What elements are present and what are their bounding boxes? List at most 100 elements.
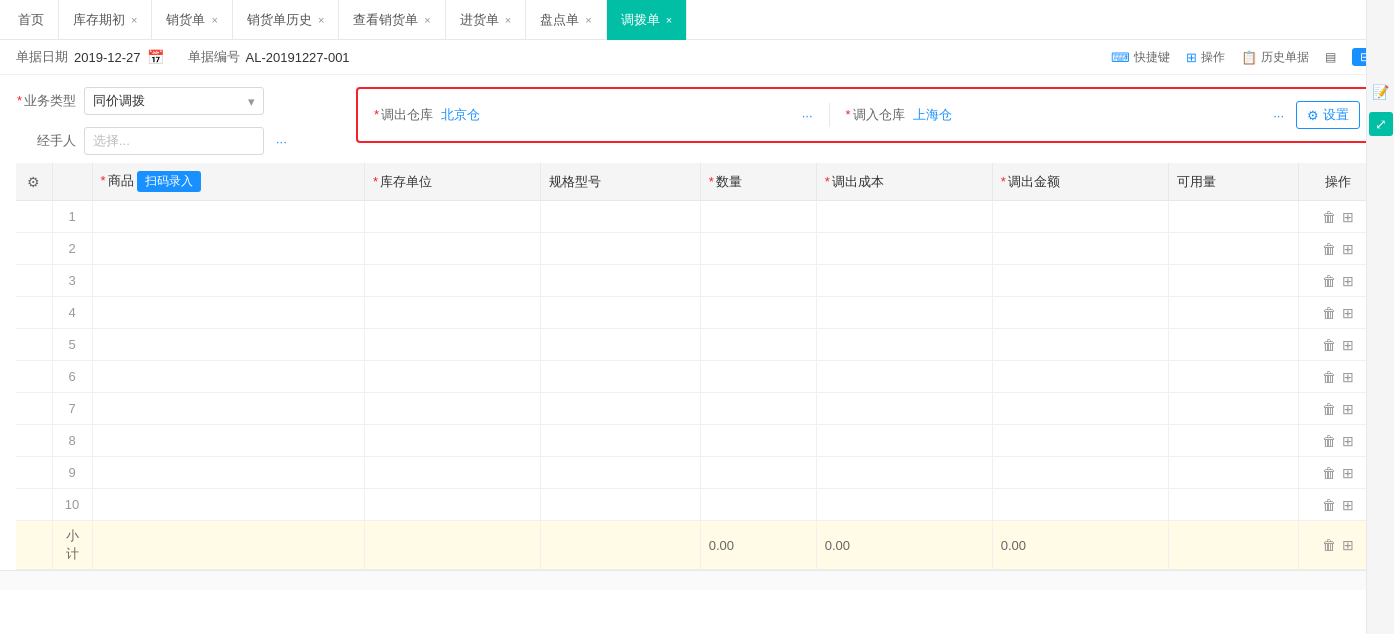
row-settings-cell [16, 393, 52, 425]
row-num-cell: 3 [52, 265, 92, 297]
delete-icon[interactable]: 🗑 [1322, 369, 1336, 385]
tab-sales-history-label: 销货单历史 [247, 11, 312, 29]
calendar-icon[interactable]: 📅 [147, 49, 164, 65]
delete-icon[interactable]: 🗑 [1322, 465, 1336, 481]
business-type-select[interactable]: 同价调拨 ▾ [84, 87, 264, 115]
table-settings-icon[interactable]: ⚙ [27, 174, 40, 190]
shortcuts-button[interactable]: ⌨ 快捷键 [1111, 49, 1170, 66]
tab-sales-order[interactable]: 销货单 × [152, 0, 232, 40]
tab-transfer-label: 调拨单 [621, 11, 660, 29]
row-settings-cell [16, 489, 52, 521]
order-number-field: 单据编号 AL-20191227-001 [188, 48, 350, 66]
copy-icon[interactable]: ⊞ [1342, 465, 1354, 481]
row-product-cell[interactable] [92, 425, 364, 457]
delete-icon[interactable]: 🗑 [1322, 497, 1336, 513]
layout-button-1[interactable]: ▤ [1325, 50, 1336, 64]
row-product-cell[interactable] [92, 361, 364, 393]
sidebar-expand-icon[interactable]: ⤢ [1369, 112, 1393, 136]
tab-sales-history[interactable]: 销货单历史 × [233, 0, 339, 40]
table-row: 1 🗑 ⊞ [16, 201, 1378, 233]
row-available-cell [1168, 393, 1298, 425]
handler-select[interactable]: 选择... [84, 127, 264, 155]
copy-icon[interactable]: ⊞ [1342, 305, 1354, 321]
row-available-cell [1168, 457, 1298, 489]
row-amount-cell [992, 393, 1168, 425]
delete-icon[interactable]: 🗑 [1322, 537, 1336, 553]
delete-icon[interactable]: 🗑 [1322, 305, 1336, 321]
tab-inventory-check-label: 盘点单 [540, 11, 579, 29]
business-type-value: 同价调拨 [93, 92, 145, 110]
handler-more-icon[interactable]: ··· [276, 134, 287, 149]
row-product-cell[interactable] [92, 489, 364, 521]
tab-inventory-init-close[interactable]: × [131, 14, 137, 26]
row-product-cell[interactable] [92, 233, 364, 265]
row-spec-cell [541, 297, 701, 329]
warehouse-out-value[interactable]: 北京仓 [441, 106, 480, 124]
row-quantity-cell [700, 233, 816, 265]
copy-icon[interactable]: ⊞ [1342, 497, 1354, 513]
warehouse-in-value[interactable]: 上海仓 [913, 106, 952, 124]
copy-icon[interactable]: ⊞ [1342, 401, 1354, 417]
row-available-cell [1168, 361, 1298, 393]
tab-home[interactable]: 首页 [8, 0, 59, 40]
tab-inventory-check-close[interactable]: × [585, 14, 591, 26]
copy-icon[interactable]: ⊞ [1342, 433, 1354, 449]
bottom-scrollbar[interactable] [0, 570, 1394, 590]
scan-button[interactable]: 扫码录入 [137, 171, 201, 192]
delete-icon[interactable]: 🗑 [1322, 337, 1336, 353]
table-row: 10 🗑 ⊞ [16, 489, 1378, 521]
tab-sales-history-close[interactable]: × [318, 14, 324, 26]
tab-purchase[interactable]: 进货单 × [446, 0, 526, 40]
copy-icon[interactable]: ⊞ [1342, 337, 1354, 353]
row-num-cell: 2 [52, 233, 92, 265]
tab-purchase-close[interactable]: × [505, 14, 511, 26]
copy-icon[interactable]: ⊞ [1342, 241, 1354, 257]
tab-view-sales-close[interactable]: × [424, 14, 430, 26]
copy-icon[interactable]: ⊞ [1342, 369, 1354, 385]
settings-button[interactable]: ⚙ 设置 [1296, 101, 1360, 129]
row-spec-cell [541, 425, 701, 457]
warehouse-out-more-icon[interactable]: ··· [802, 108, 813, 123]
date-field: 单据日期 2019-12-27 📅 [16, 48, 164, 66]
form-area: *业务类型 同价调拨 ▾ 经手人 选择... ··· *调出仓库 北京仓 ··· [0, 75, 1394, 163]
row-product-cell[interactable] [92, 329, 364, 361]
row-quantity-cell [700, 457, 816, 489]
tab-purchase-label: 进货单 [460, 11, 499, 29]
settings-gear-icon: ⚙ [1307, 108, 1319, 123]
row-settings-cell [16, 201, 52, 233]
subtotal-num-cell: 小计 [52, 521, 92, 570]
warehouse-out-label: *调出仓库 [374, 106, 433, 124]
operations-button[interactable]: ⊞ 操作 [1186, 49, 1225, 66]
transfer-table: ⚙ *商品 扫码录入 *库存单位 规格型号 *数量 *调出成本 * [16, 163, 1378, 570]
tab-view-sales[interactable]: 查看销货单 × [339, 0, 445, 40]
row-product-cell[interactable] [92, 201, 364, 233]
copy-icon[interactable]: ⊞ [1342, 537, 1354, 553]
row-spec-cell [541, 457, 701, 489]
delete-icon[interactable]: 🗑 [1322, 401, 1336, 417]
th-quantity: *数量 [700, 163, 816, 201]
row-settings-cell [16, 361, 52, 393]
th-settings[interactable]: ⚙ [16, 163, 52, 201]
copy-icon[interactable]: ⊞ [1342, 209, 1354, 225]
tab-sales-order-close[interactable]: × [211, 14, 217, 26]
row-product-cell[interactable] [92, 297, 364, 329]
delete-icon[interactable]: 🗑 [1322, 433, 1336, 449]
delete-icon[interactable]: 🗑 [1322, 273, 1336, 289]
copy-icon[interactable]: ⊞ [1342, 273, 1354, 289]
th-cost: *调出成本 [816, 163, 992, 201]
warehouse-in-more-icon[interactable]: ··· [1273, 108, 1284, 123]
date-value[interactable]: 2019-12-27 [74, 50, 141, 65]
row-cost-cell [816, 297, 992, 329]
history-button[interactable]: 📋 历史单据 [1241, 49, 1309, 66]
tab-transfer[interactable]: 调拨单 × [607, 0, 687, 40]
tab-transfer-close[interactable]: × [666, 14, 672, 26]
row-product-cell[interactable] [92, 457, 364, 489]
sidebar-notes-icon[interactable]: 📝 [1369, 80, 1393, 104]
delete-icon[interactable]: 🗑 [1322, 241, 1336, 257]
tab-inventory-check[interactable]: 盘点单 × [526, 0, 606, 40]
tab-inventory-init[interactable]: 库存期初 × [59, 0, 152, 40]
delete-icon[interactable]: 🗑 [1322, 209, 1336, 225]
table-header-row: ⚙ *商品 扫码录入 *库存单位 规格型号 *数量 *调出成本 * [16, 163, 1378, 201]
row-product-cell[interactable] [92, 265, 364, 297]
row-product-cell[interactable] [92, 393, 364, 425]
